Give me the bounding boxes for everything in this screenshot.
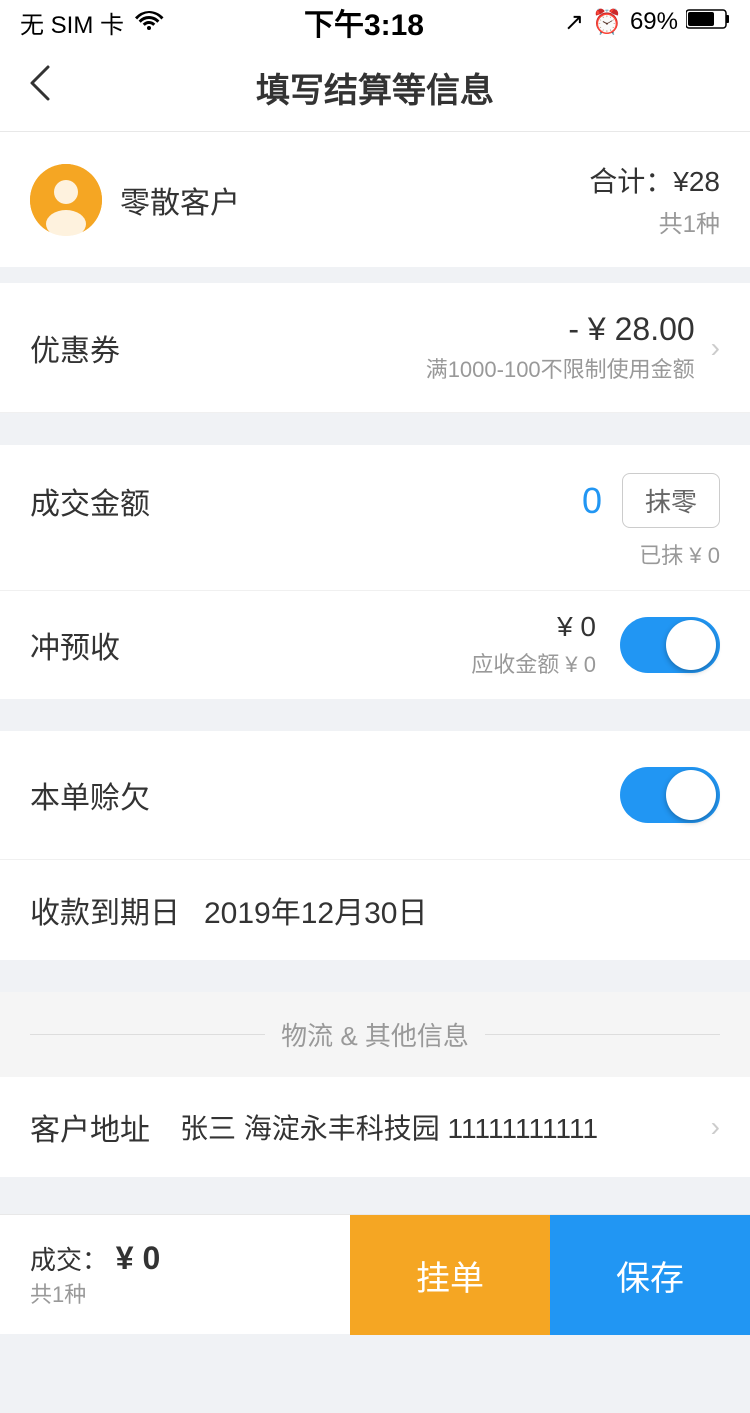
prepay-row: 冲预收 ¥ 0 应收金额 ¥ 0 xyxy=(0,590,750,699)
coupon-amount: - ¥ 28.00 xyxy=(426,311,695,348)
customer-section: 零散客户 合计：¥28 共1种 xyxy=(0,132,750,267)
prepay-right: ¥ 0 应收金额 ¥ 0 xyxy=(471,611,720,679)
customer-name: 零散客户 xyxy=(120,178,240,222)
coupon-label: 优惠券 xyxy=(30,326,120,370)
status-bar: 无 SIM 卡 下午3:18 ↗ ⏰ 69% xyxy=(0,0,750,44)
round-zero-button[interactable]: 抹零 xyxy=(622,473,720,528)
bottom-deal-row: 成交： ¥ 0 xyxy=(30,1240,320,1277)
location-icon: ↗ xyxy=(564,8,584,37)
prepay-value-block: ¥ 0 应收金额 ¥ 0 xyxy=(471,611,596,679)
logistics-title: 物流 & 其他信息 xyxy=(281,1016,469,1053)
bottom-info: 成交： ¥ 0 共1种 xyxy=(0,1215,350,1334)
section-separator-3 xyxy=(0,976,750,992)
deal-amount-label: 成交金额 xyxy=(30,479,150,523)
address-value: 张三 海淀永丰科技园 11111111111 xyxy=(180,1107,701,1147)
save-button[interactable]: 保存 xyxy=(550,1215,750,1335)
deal-amount-value: 0 xyxy=(582,480,602,522)
coupon-chevron-icon: › xyxy=(711,332,720,364)
battery-icon xyxy=(686,8,730,37)
bottom-deal-label: 成交： xyxy=(30,1245,108,1275)
coupon-row[interactable]: 优惠券 - ¥ 28.00 满1000-100不限制使用金额 › xyxy=(0,283,750,413)
back-button[interactable] xyxy=(28,63,52,112)
address-section[interactable]: 客户地址 张三 海淀永丰科技园 11111111111 › xyxy=(0,1077,750,1177)
credit-section: 本单赊欠 收款到期日 2019年12月30日 xyxy=(0,731,750,960)
bottom-deal-value: ¥ 0 xyxy=(116,1240,160,1276)
prepay-amount: ¥ 0 xyxy=(471,611,596,643)
status-time: 下午3:18 xyxy=(304,0,424,44)
credit-toggle-knob xyxy=(666,770,716,820)
address-row[interactable]: 客户地址 张三 海淀永丰科技园 11111111111 › xyxy=(0,1077,750,1177)
due-date-label: 收款到期日 xyxy=(30,888,180,932)
address-chevron-icon: › xyxy=(711,1111,720,1143)
credit-label: 本单赊欠 xyxy=(30,773,150,817)
customer-left: 零散客户 xyxy=(30,164,240,236)
prepay-left: 冲预收 xyxy=(30,623,120,667)
avatar xyxy=(30,164,102,236)
page-title: 填写结算等信息 xyxy=(256,63,494,112)
coupon-desc: 满1000-100不限制使用金额 xyxy=(426,352,695,384)
customer-count: 共1种 xyxy=(589,204,720,239)
status-left: 无 SIM 卡 xyxy=(20,5,164,40)
bottom-bar: 成交： ¥ 0 共1种 挂单 保存 xyxy=(0,1214,750,1334)
nav-bar: 填写结算等信息 xyxy=(0,44,750,132)
prepay-label: 冲预收 xyxy=(30,623,120,667)
hang-order-button[interactable]: 挂单 xyxy=(350,1215,550,1335)
coupon-section[interactable]: 优惠券 - ¥ 28.00 满1000-100不限制使用金额 › xyxy=(0,283,750,413)
coupon-right: - ¥ 28.00 满1000-100不限制使用金额 › xyxy=(426,311,720,384)
customer-right: 合计：¥28 共1种 xyxy=(589,160,720,239)
customer-row: 零散客户 合计：¥28 共1种 xyxy=(0,132,750,267)
bottom-count: 共1种 xyxy=(30,1277,320,1309)
section-separator-1 xyxy=(0,429,750,445)
prepay-toggle[interactable] xyxy=(620,617,720,673)
battery-text: 69% xyxy=(630,8,678,36)
wifi-icon xyxy=(134,8,164,37)
customer-total: 合计：¥28 xyxy=(589,160,720,200)
deal-amount-section: 成交金额 0 抹零 已抹 ¥ 0 冲预收 ¥ 0 应收金额 ¥ 0 xyxy=(0,445,750,699)
prepay-sub: 应收金额 ¥ 0 xyxy=(471,647,596,679)
due-date-value: 2019年12月30日 xyxy=(204,888,427,932)
credit-toggle[interactable] xyxy=(620,767,720,823)
logistics-header: 物流 & 其他信息 xyxy=(0,992,750,1077)
section-separator-2 xyxy=(0,715,750,731)
alarm-icon: ⏰ xyxy=(592,8,622,37)
due-date-row: 收款到期日 2019年12月30日 xyxy=(0,859,750,960)
carrier-text: 无 SIM 卡 xyxy=(20,5,124,40)
coupon-value-block: - ¥ 28.00 满1000-100不限制使用金额 xyxy=(426,311,695,384)
address-label: 客户地址 xyxy=(30,1105,150,1149)
deal-amount-sub: 已抹 ¥ 0 xyxy=(0,538,750,590)
status-right: ↗ ⏰ 69% xyxy=(564,8,730,37)
deal-amount-right: 0 抹零 xyxy=(582,473,720,528)
deal-amount-row: 成交金额 0 抹零 xyxy=(0,445,750,538)
prepay-toggle-knob xyxy=(666,620,716,670)
credit-row: 本单赊欠 xyxy=(0,731,750,859)
